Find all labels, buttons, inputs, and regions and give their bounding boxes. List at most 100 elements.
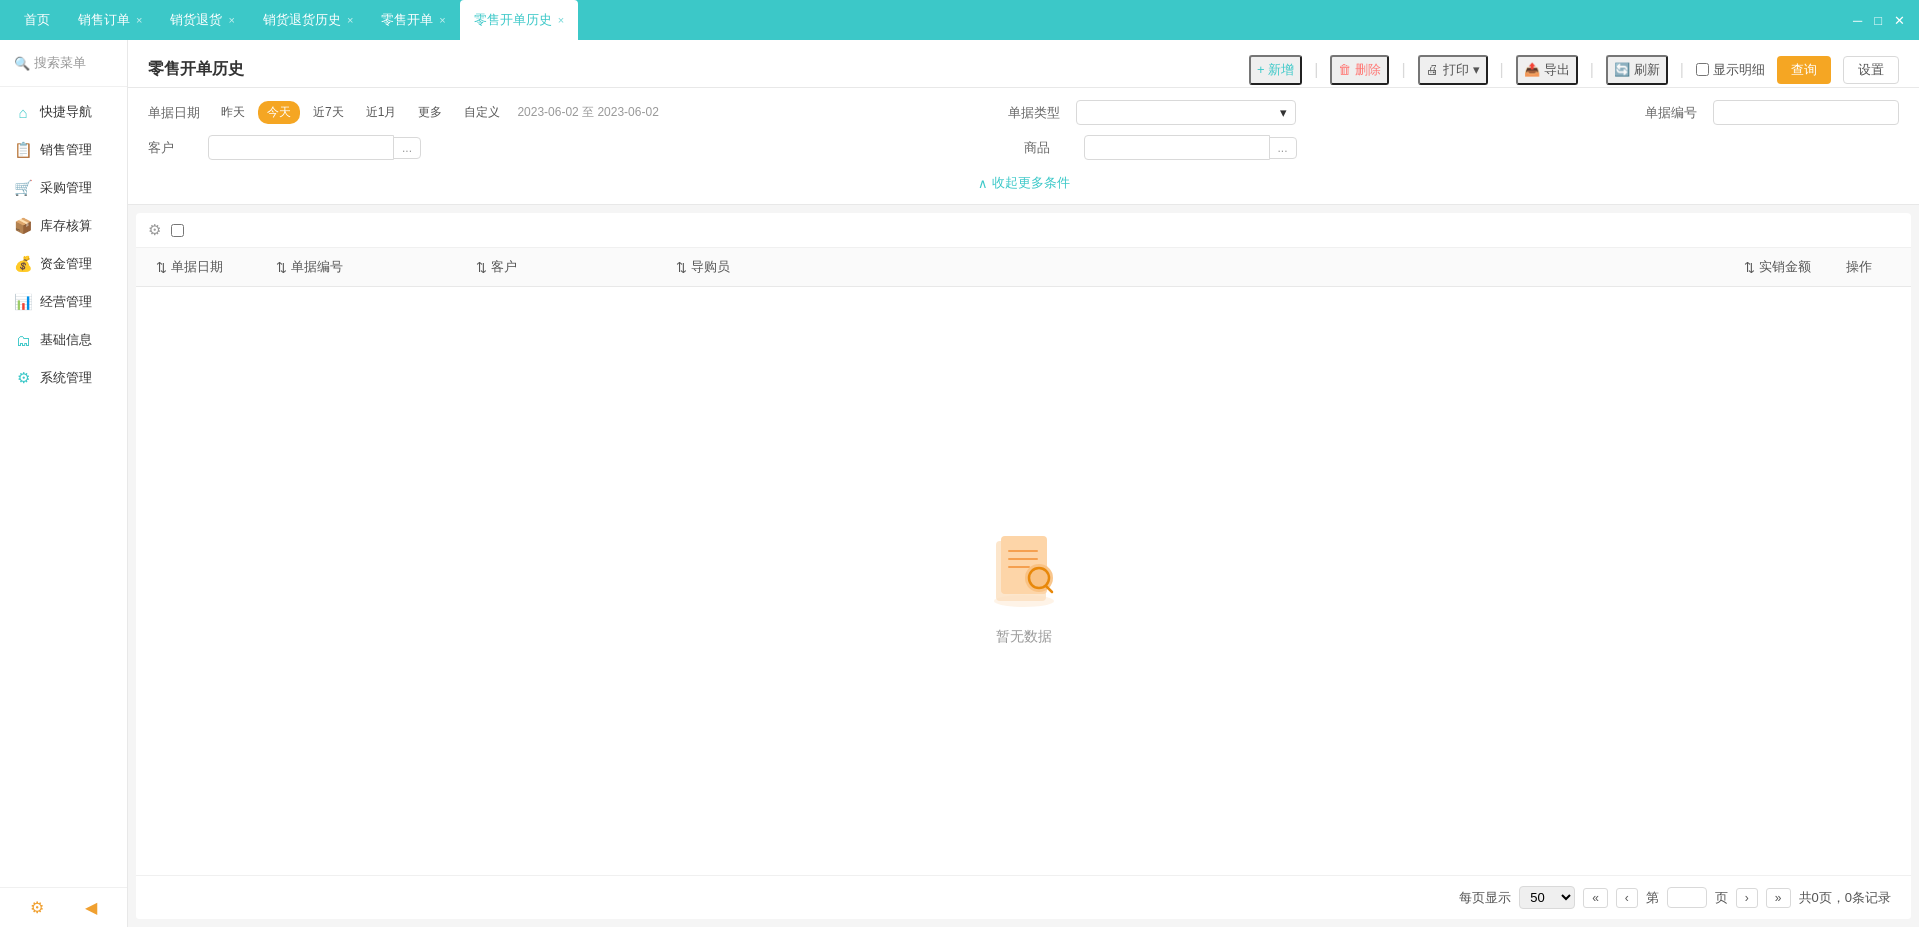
window-controls: ─ □ ✕ bbox=[1839, 13, 1919, 28]
type-select[interactable]: ▾ bbox=[1076, 100, 1296, 125]
sidebar-search-inner[interactable]: 🔍 搜索菜单 bbox=[8, 50, 119, 76]
sidebar-search-area[interactable]: 🔍 搜索菜单 bbox=[0, 40, 127, 87]
sidebar-item-quick-nav[interactable]: ⌂ 快捷导航 bbox=[0, 93, 127, 131]
base-info-icon: 🗂 bbox=[14, 332, 32, 349]
sidebar-item-purchase-mgmt[interactable]: 🛒 采购管理 bbox=[0, 169, 127, 207]
sidebar-settings-icon[interactable]: ⚙ bbox=[30, 898, 44, 917]
filter-row-1: 单据日期 昨天 今天 近7天 近1月 更多 自定义 2023-06-02 至 2… bbox=[148, 100, 1899, 125]
print-button[interactable]: 🖨 打印 ▾ bbox=[1418, 55, 1488, 85]
tab-sales-order-close[interactable]: × bbox=[136, 14, 142, 26]
customer-input-wrapper: ... bbox=[208, 135, 421, 160]
page-size-label: 每页显示 bbox=[1459, 889, 1511, 907]
sort-amount-icon[interactable]: ⇅ bbox=[1744, 260, 1755, 275]
order-no-input[interactable] bbox=[1713, 100, 1899, 125]
customer-ellipsis-btn[interactable]: ... bbox=[393, 137, 421, 159]
sidebar-item-sales-mgmt[interactable]: 📋 销售管理 bbox=[0, 131, 127, 169]
sidebar-item-sys-mgmt[interactable]: ⚙ 系统管理 bbox=[0, 359, 127, 397]
sidebar-item-inventory[interactable]: 📦 库存核算 bbox=[0, 207, 127, 245]
th-date: ⇅ 单据日期 bbox=[148, 248, 268, 286]
top-bar: 首页 销售订单 × 销货退货 × 销货退货历史 × 零售开单 × 零售开单历史 … bbox=[0, 0, 1919, 40]
last-page-btn[interactable]: » bbox=[1766, 888, 1791, 908]
date-btn-last7[interactable]: 近7天 bbox=[304, 101, 353, 124]
sort-customer-icon[interactable]: ⇅ bbox=[476, 260, 487, 275]
filter-row-2: 客户 ... 商品 ... bbox=[148, 135, 1899, 160]
print-icon: 🖨 bbox=[1426, 62, 1439, 77]
tab-sales-order[interactable]: 销售订单 × bbox=[64, 0, 156, 40]
tab-sales-return-history-label: 销货退货历史 bbox=[263, 11, 341, 29]
quick-nav-icon: ⌂ bbox=[14, 104, 32, 121]
table-gear-icon[interactable]: ⚙ bbox=[148, 221, 161, 239]
sort-guide-icon[interactable]: ⇅ bbox=[676, 260, 687, 275]
customer-input[interactable] bbox=[208, 135, 394, 160]
th-op: 操作 bbox=[1819, 248, 1899, 286]
print-label: 打印 bbox=[1443, 61, 1469, 79]
first-page-btn[interactable]: « bbox=[1583, 888, 1608, 908]
type-label: 单据类型 bbox=[1008, 104, 1068, 122]
query-button[interactable]: 查询 bbox=[1777, 56, 1831, 84]
sidebar-item-operations[interactable]: 📊 经营管理 bbox=[0, 283, 127, 321]
operations-label: 经营管理 bbox=[40, 293, 92, 311]
show-detail-checkbox[interactable] bbox=[1696, 63, 1709, 76]
tab-sales-return-label: 销货退货 bbox=[170, 11, 222, 29]
tab-sales-return-history-close[interactable]: × bbox=[347, 14, 353, 26]
operations-icon: 📊 bbox=[14, 293, 32, 311]
next-page-btn[interactable]: › bbox=[1736, 888, 1758, 908]
collapse-more[interactable]: ∧ 收起更多条件 bbox=[148, 170, 1899, 192]
add-button[interactable]: + 新增 bbox=[1249, 55, 1302, 85]
date-btn-more[interactable]: 更多 bbox=[409, 101, 451, 124]
tab-retail-open[interactable]: 零售开单 × bbox=[367, 0, 459, 40]
tab-sales-order-label: 销售订单 bbox=[78, 11, 130, 29]
date-label: 单据日期 bbox=[148, 104, 208, 122]
tab-sales-return-close[interactable]: × bbox=[228, 14, 234, 26]
select-all-checkbox[interactable] bbox=[171, 224, 184, 237]
sidebar-bottom: ⚙ ◀ bbox=[0, 887, 127, 927]
tab-retail-open-history[interactable]: 零售开单历史 × bbox=[460, 0, 578, 40]
customer-label: 客户 bbox=[148, 139, 208, 157]
refresh-button[interactable]: 🔄 刷新 bbox=[1606, 55, 1668, 85]
export-icon: 📤 bbox=[1524, 62, 1540, 77]
header-actions: + 新增 | 🗑 删除 | 🖨 打印 ▾ | 📤 导出 | bbox=[1249, 55, 1899, 85]
delete-button[interactable]: 🗑 删除 bbox=[1330, 55, 1389, 85]
window-maximize[interactable]: □ bbox=[1874, 13, 1882, 28]
tab-retail-open-close[interactable]: × bbox=[439, 14, 445, 26]
purchase-label: 采购管理 bbox=[40, 179, 92, 197]
export-button[interactable]: 📤 导出 bbox=[1516, 55, 1578, 85]
content-area: 零售开单历史 + 新增 | 🗑 删除 | 🖨 打印 ▾ | 📤 导出 bbox=[128, 40, 1919, 927]
goods-input[interactable] bbox=[1084, 135, 1270, 160]
prev-page-btn[interactable]: ‹ bbox=[1616, 888, 1638, 908]
th-amount: ⇅ 实销金额 bbox=[788, 248, 1819, 286]
date-btn-custom[interactable]: 自定义 bbox=[455, 101, 509, 124]
tab-sales-return-history[interactable]: 销货退货历史 × bbox=[249, 0, 367, 40]
sort-order-icon[interactable]: ⇅ bbox=[276, 260, 287, 275]
tab-home[interactable]: 首页 bbox=[10, 0, 64, 40]
show-detail-label: 显示明细 bbox=[1696, 61, 1765, 79]
date-btn-yesterday[interactable]: 昨天 bbox=[212, 101, 254, 124]
empty-state: 暂无数据 bbox=[974, 516, 1074, 646]
window-minimize[interactable]: ─ bbox=[1853, 13, 1862, 28]
sort-date-icon[interactable]: ⇅ bbox=[156, 260, 167, 275]
date-btn-last-month[interactable]: 近1月 bbox=[357, 101, 406, 124]
finance-icon: 💰 bbox=[14, 255, 32, 273]
goods-label: 商品 bbox=[1024, 139, 1084, 157]
goods-ellipsis-btn[interactable]: ... bbox=[1269, 137, 1297, 159]
th-customer: ⇅ 客户 bbox=[468, 248, 668, 286]
tab-retail-open-history-label: 零售开单历史 bbox=[474, 11, 552, 29]
sep1: | bbox=[1314, 61, 1318, 79]
tab-sales-return[interactable]: 销货退货 × bbox=[156, 0, 248, 40]
sidebar-item-finance[interactable]: 💰 资金管理 bbox=[0, 245, 127, 283]
sys-label: 系统管理 bbox=[40, 369, 92, 387]
sidebar-collapse-icon[interactable]: ◀ bbox=[85, 898, 97, 917]
settings-button[interactable]: 设置 bbox=[1843, 56, 1899, 84]
finance-label: 资金管理 bbox=[40, 255, 92, 273]
tab-retail-open-history-close[interactable]: × bbox=[558, 14, 564, 26]
empty-text: 暂无数据 bbox=[996, 628, 1052, 646]
page-size-select[interactable]: 20 50 100 bbox=[1519, 886, 1575, 909]
page-input[interactable]: 1 bbox=[1667, 887, 1707, 908]
table-body: 暂无数据 bbox=[136, 287, 1911, 875]
tab-retail-open-label: 零售开单 bbox=[381, 11, 433, 29]
show-detail-text: 显示明细 bbox=[1713, 61, 1765, 79]
sidebar-nav: ⌂ 快捷导航 📋 销售管理 🛒 采购管理 📦 库存核算 💰 资金管理 📊 bbox=[0, 87, 127, 887]
window-close[interactable]: ✕ bbox=[1894, 13, 1905, 28]
sidebar-item-base-info[interactable]: 🗂 基础信息 bbox=[0, 321, 127, 359]
date-btn-today[interactable]: 今天 bbox=[258, 101, 300, 124]
